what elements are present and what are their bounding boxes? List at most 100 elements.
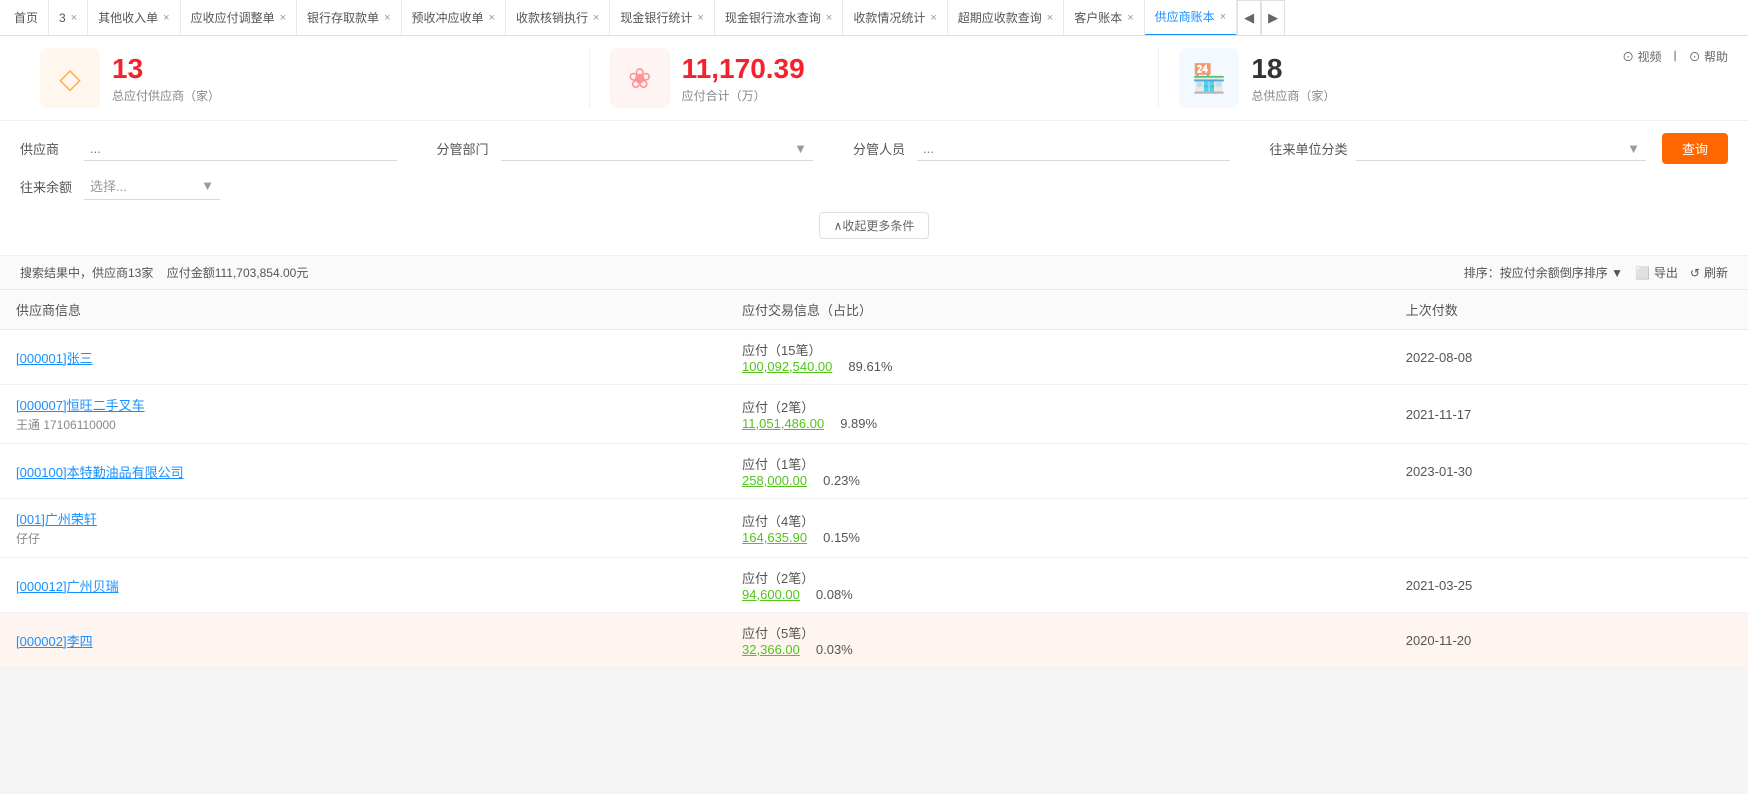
close-icon[interactable]: × [826,12,832,24]
amount-link[interactable]: 164,635.90 [742,530,807,545]
nav-prev-arrow[interactable]: ◀ [1237,0,1261,36]
supplier-link[interactable]: [000007]恒旺二手叉车 [16,398,145,413]
table-row: [000012]广州贝瑞 应付（2笔）94,600.00 0.08% 2021-03-… [0,558,1748,613]
nav-tab-adjustment[interactable]: 应收应付调整单 × [181,0,297,36]
close-icon[interactable]: × [71,12,77,24]
result-info: 搜索结果中，供应商13家 应付金额111,703,854.00元 [20,264,308,281]
tx-label: 应付（4笔） [742,514,814,529]
export-button[interactable]: ⬜ 导出 [1635,264,1678,281]
supplier-input[interactable] [84,137,397,161]
video-link[interactable]: ⊙ 视频 [1622,48,1661,65]
close-icon[interactable]: × [384,12,390,24]
percent-text: 0.08% [816,587,853,602]
th-supplier-info: 供应商信息 [0,290,726,330]
close-icon[interactable]: × [280,12,286,24]
percent-text: 89.61% [848,359,892,374]
tx-line1: 应付（2笔） [742,568,1374,587]
th-tx-info: 应付交易信息（占比） [726,290,1390,330]
summary-total-suppliers-content: 18 总供应商（家） [1251,53,1335,104]
tx-info-cell: 应付（1笔）258,000.000.23% [726,444,1390,499]
supplier-link[interactable]: [000100]本特勤油品有限公司 [16,465,184,480]
filter-person: 分管人员 [853,137,1230,161]
nav-tab-prepay-label: 预收冲应收单 [412,9,484,26]
nav-tab-supplier-ledger[interactable]: 供应商账本 × [1145,0,1237,36]
tx-line1: 应付（15笔） [742,340,1374,359]
help-icon: ⊙ [1689,50,1701,64]
tx-info-cell: 应付（2笔）11,051,486.009.89% [726,385,1390,444]
amount-link[interactable]: 100,092,540.00 [742,359,832,374]
payable-suppliers-label: 总应付供应商（家） [112,87,220,104]
amount-link[interactable]: 32,366.00 [742,642,800,657]
nav-tab-home-label: 首页 [14,9,38,26]
close-icon[interactable]: × [163,12,169,24]
nav-tab-cash-flow[interactable]: 现金银行流水查询 × [715,0,843,36]
nav-tab-collect-stat[interactable]: 收款情况统计 × [843,0,947,36]
nav-tab-3[interactable]: 3 × [49,0,88,36]
balance-select[interactable]: 选择... ▼ [84,172,220,200]
nav-tab-cash-stat[interactable]: 现金银行统计 × [610,0,714,36]
refresh-button[interactable]: ↺ 刷新 [1690,264,1728,281]
person-input[interactable] [917,137,1230,161]
tx-line2: 164,635.90 0.15% [742,530,1374,545]
supplier-link[interactable]: [000001]张三 [16,351,93,366]
amount-link[interactable]: 258,000.00 [742,473,807,488]
th-last-payment: 上次付数 [1390,290,1748,330]
payable-total-value: 11,170.39 [682,53,805,85]
amount-link[interactable]: 94,600.00 [742,587,800,602]
nav-tab-bank-label: 银行存取款单 [307,9,379,26]
nav-tab-home[interactable]: 首页 [4,0,49,36]
dept-select[interactable]: ▼ [501,137,814,161]
result-bar-right: 排序：按应付余额倒序排序 ▼ ⬜ 导出 ↺ 刷新 [1464,264,1728,281]
filter-supplier: 供应商 [20,137,397,161]
nav-tab-customer-ledger[interactable]: 客户账本 × [1064,0,1144,36]
nav-tab-other-income[interactable]: 其他收入单 × [88,0,180,36]
nav-tab-collect[interactable]: 收款核销执行 × [506,0,610,36]
filter-category: 往来单位分类 ▼ [1270,137,1647,161]
help-link[interactable]: ⊙ 帮助 [1689,48,1728,65]
nav-next-arrow[interactable]: ▶ [1261,0,1285,36]
close-icon[interactable]: × [1220,11,1226,23]
last-payment-cell: 2021-03-25 [1390,558,1748,613]
close-icon[interactable]: × [593,12,599,24]
result-prefix: 搜索结果中，供应商13家 [20,266,153,280]
diamond-icon: ◇ [40,48,100,108]
supplier-link[interactable]: [000002]李四 [16,634,93,649]
summary-payable-suppliers: ◇ 13 总应付供应商（家） [20,48,590,108]
last-payment-date: 2021-11-17 [1406,407,1472,422]
summary-payable-suppliers-content: 13 总应付供应商（家） [112,53,220,104]
last-payment-date: 2023-01-30 [1406,464,1473,479]
nav-tab-overdue[interactable]: 超期应收款查询 × [948,0,1064,36]
tx-line1: 应付（2笔） [742,397,1374,416]
close-icon[interactable]: × [489,12,495,24]
total-suppliers-label: 总供应商（家） [1251,87,1335,104]
category-select[interactable]: ▼ [1356,137,1646,161]
sort-label[interactable]: 排序：按应付余额倒序排序 ▼ [1464,264,1623,281]
percent-text: 0.15% [823,530,860,545]
tx-info-cell: 应付（2笔）94,600.00 0.08% [726,558,1390,613]
tx-line2: 11,051,486.009.89% [742,416,1374,431]
export-label: 导出 [1654,264,1678,281]
flower-icon: ❀ [610,48,670,108]
separator: | [1674,48,1677,65]
close-icon[interactable]: × [1127,12,1133,24]
amount-link[interactable]: 11,051,486.00 [742,416,824,431]
close-icon[interactable]: × [930,12,936,24]
nav-tab-prepay[interactable]: 预收冲应收单 × [402,0,506,36]
supplier-info-cell: [000002]李四 [0,613,726,668]
tx-line2: 32,366.00 0.03% [742,642,1374,657]
chevron-down-icon: ▼ [1627,141,1640,156]
last-payment-cell: 2023-01-30 [1390,444,1748,499]
query-button[interactable]: 查询 [1662,133,1728,164]
collapse-button[interactable]: ∧ 收起更多条件 [819,212,930,239]
close-icon[interactable]: × [697,12,703,24]
percent-text: 0.03% [816,642,853,657]
table-row: [000007]恒旺二手叉车王通 17106110000应付（2笔）11,051… [0,385,1748,444]
supplier-link[interactable]: [001]广州荣轩 [16,512,97,527]
table-row: [000002]李四应付（5笔）32,366.000.03%2020-11-20 [0,613,1748,668]
nav-tab-supplier-ledger-label: 供应商账本 [1155,8,1215,25]
category-filter-label: 往来单位分类 [1270,139,1348,158]
nav-tab-bank[interactable]: 银行存取款单 × [297,0,401,36]
last-payment-date: 2022-08-08 [1406,350,1473,365]
supplier-link[interactable]: [000012]广州贝瑞 [16,579,119,594]
close-icon[interactable]: × [1047,12,1053,24]
